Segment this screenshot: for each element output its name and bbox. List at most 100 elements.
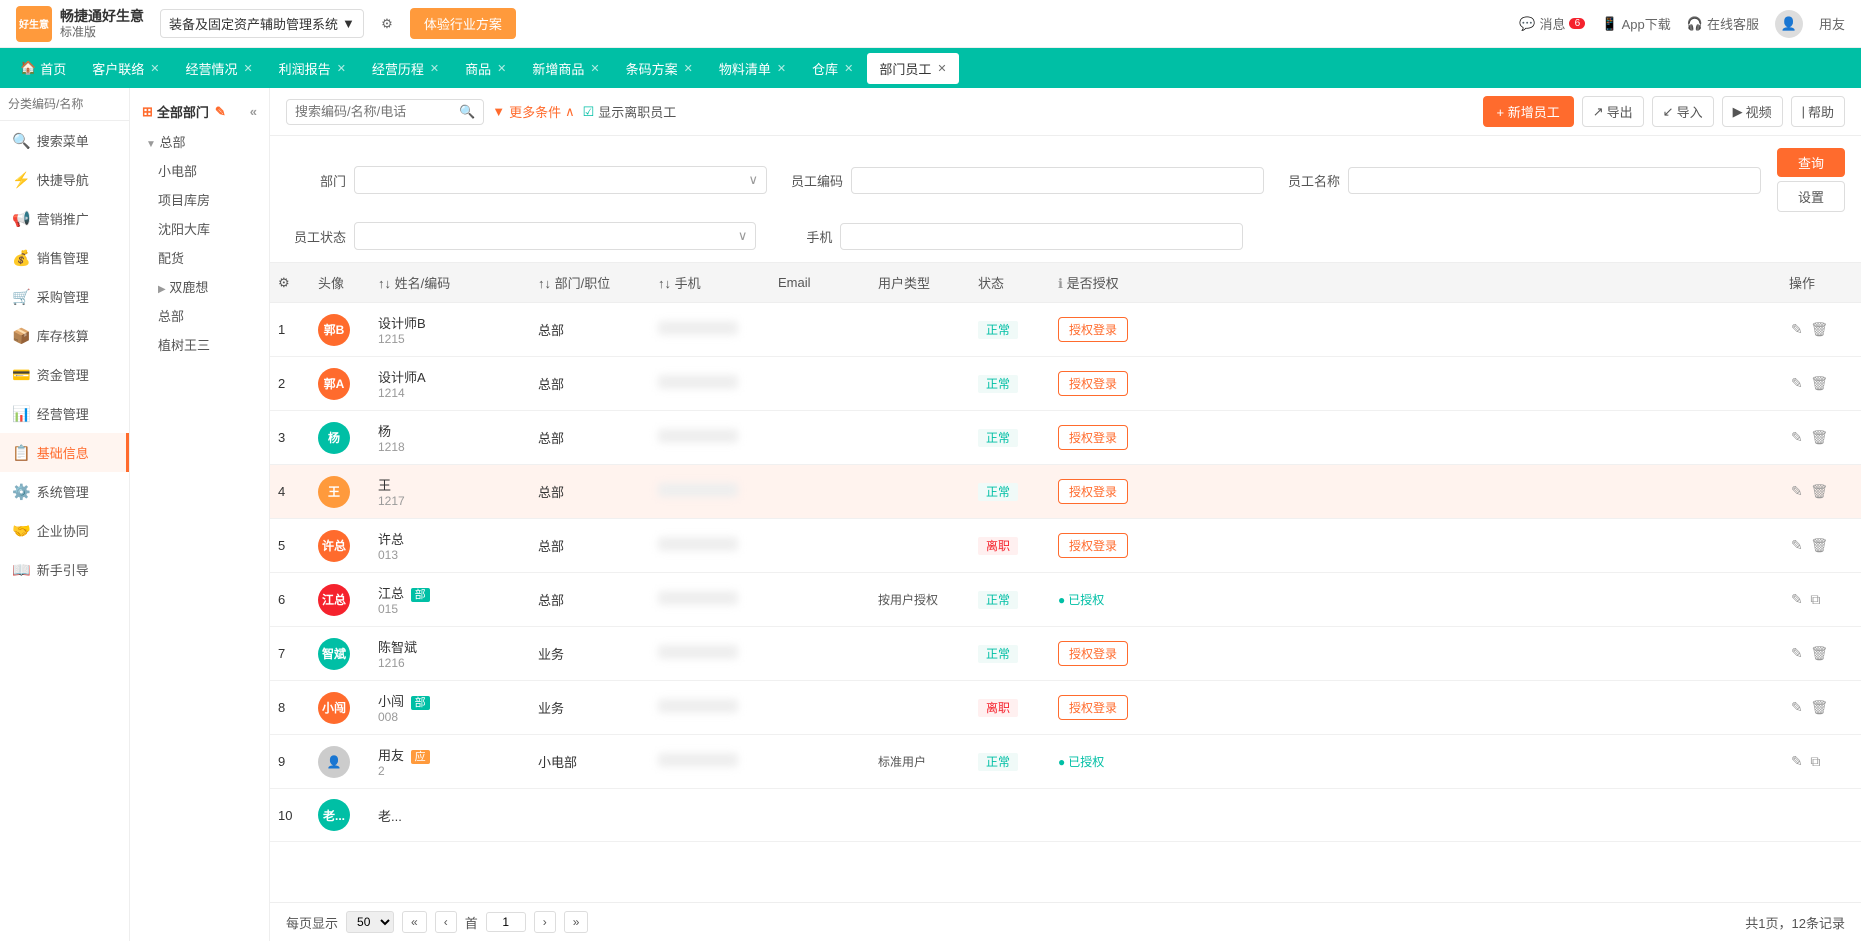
close-icon[interactable]: ✕ xyxy=(777,62,786,75)
sidebar-item-search[interactable]: 🔍 搜索菜单 xyxy=(0,121,129,160)
dept-item-shuanglu[interactable]: ▶ 双鹿想 xyxy=(130,272,269,301)
sidebar-item-system[interactable]: ⚙️ 系统管理 xyxy=(0,472,129,511)
edit-button[interactable]: ✎ xyxy=(1789,643,1805,664)
auth-button[interactable]: 授权登录 xyxy=(1058,317,1128,342)
search-input[interactable] xyxy=(295,104,455,119)
nav-item-goods[interactable]: 商品 ✕ xyxy=(453,53,518,84)
sidebar-item-sales[interactable]: 💰 销售管理 xyxy=(0,238,129,277)
nav-item-add-goods[interactable]: 新增商品 ✕ xyxy=(520,53,611,84)
page-number-input[interactable] xyxy=(486,912,526,932)
delete-button[interactable]: 🗑 xyxy=(1808,643,1830,664)
auth-button[interactable]: 授权登录 xyxy=(1058,425,1128,450)
sidebar-item-marketing[interactable]: 📢 营销推广 xyxy=(0,199,129,238)
first-page-button[interactable]: « xyxy=(402,911,427,933)
help-button[interactable]: | 帮助 xyxy=(1791,96,1845,127)
auth-button[interactable]: 授权登录 xyxy=(1058,695,1128,720)
per-page-select[interactable]: 50 xyxy=(346,911,394,933)
sidebar-item-inventory[interactable]: 📦 库存核算 xyxy=(0,316,129,355)
search-icon[interactable]: 🔍 xyxy=(459,104,475,120)
auth-button[interactable]: 授权登录 xyxy=(1058,479,1128,504)
close-icon[interactable]: ✕ xyxy=(337,62,346,75)
col-settings[interactable]: ⚙ xyxy=(270,263,310,303)
status-select[interactable]: ∨ xyxy=(354,222,756,250)
trial-button[interactable]: 体验行业方案 xyxy=(410,8,516,39)
close-icon[interactable]: ✕ xyxy=(150,62,159,75)
delete-button[interactable]: 🗑 xyxy=(1808,427,1830,448)
sidebar-item-finance[interactable]: 💳 资金管理 xyxy=(0,355,129,394)
dept-filter-select[interactable]: ∨ xyxy=(354,166,767,194)
dept-item-delivery[interactable]: 配货 xyxy=(130,243,269,272)
dept-collapse-icon[interactable]: « xyxy=(250,104,257,119)
more-filter-button[interactable]: ▼ 更多条件 ∧ xyxy=(492,102,574,121)
edit-button[interactable]: ✎ xyxy=(1789,535,1805,556)
nav-item-barcode[interactable]: 条码方案 ✕ xyxy=(614,53,705,84)
edit-button[interactable]: ✎ xyxy=(1789,427,1805,448)
phone-input[interactable] xyxy=(840,223,1242,250)
col-phone[interactable]: ↑↓ 手机 xyxy=(650,263,770,303)
query-button[interactable]: 查询 xyxy=(1777,148,1845,177)
col-name-code[interactable]: ↑↓ 姓名/编码 xyxy=(370,263,530,303)
system-selector[interactable]: 装备及固定资产辅助管理系统 ▼ xyxy=(160,9,364,38)
copy-button[interactable]: ⧉ xyxy=(1808,751,1822,772)
sidebar-item-biz-mgmt[interactable]: 📊 经营管理 xyxy=(0,394,129,433)
user-avatar[interactable]: 👤 xyxy=(1775,10,1803,38)
add-employee-button[interactable]: + 新增员工 xyxy=(1483,96,1574,127)
reset-button[interactable]: 设置 xyxy=(1777,181,1845,212)
close-icon[interactable]: ✕ xyxy=(844,62,853,75)
col-dept-position[interactable]: ↑↓ 部门/职位 xyxy=(530,263,650,303)
dept-item-shenyang[interactable]: 沈阳大库 xyxy=(130,214,269,243)
online-service-button[interactable]: 🎧 在线客服 xyxy=(1687,14,1759,33)
last-page-button[interactable]: » xyxy=(564,911,589,933)
auth-button[interactable]: 授权登录 xyxy=(1058,641,1128,666)
emp-code-input[interactable] xyxy=(851,167,1264,194)
edit-button[interactable]: ✎ xyxy=(1789,697,1805,718)
nav-item-operation[interactable]: 经营情况 ✕ xyxy=(173,53,264,84)
nav-item-customer[interactable]: 客户联络 ✕ xyxy=(80,53,171,84)
edit-button[interactable]: ✎ xyxy=(1789,589,1805,610)
dept-item-project-room[interactable]: 项目库房 xyxy=(130,185,269,214)
nav-item-employee[interactable]: 部门员工 ✕ xyxy=(867,53,958,84)
sidebar-item-guide[interactable]: 📖 新手引导 xyxy=(0,550,129,589)
dept-item-hq[interactable]: 总部 xyxy=(130,301,269,330)
nav-item-history[interactable]: 经营历程 ✕ xyxy=(360,53,451,84)
delete-button[interactable]: 🗑 xyxy=(1808,319,1830,340)
app-download-button[interactable]: 📱 App下载 xyxy=(1601,14,1670,33)
sidebar-item-basic-info[interactable]: 📋 基础信息 xyxy=(0,433,129,472)
edit-button[interactable]: ✎ xyxy=(1789,373,1805,394)
message-button[interactable]: 💬 消息 6 xyxy=(1519,14,1585,33)
close-icon[interactable]: ✕ xyxy=(684,62,693,75)
delete-button[interactable]: 🗑 xyxy=(1808,535,1830,556)
delete-button[interactable]: 🗑 xyxy=(1808,697,1830,718)
edit-button[interactable]: ✎ xyxy=(1789,751,1805,772)
dept-item-headquarters-parent[interactable]: ▼ 总部 xyxy=(130,127,269,156)
nav-item-profit[interactable]: 利润报告 ✕ xyxy=(267,53,358,84)
sidebar-item-collab[interactable]: 🤝 企业协同 xyxy=(0,511,129,550)
auth-button[interactable]: 授权登录 xyxy=(1058,371,1128,396)
edit-button[interactable]: ✎ xyxy=(1789,319,1805,340)
edit-button[interactable]: ✎ xyxy=(1789,481,1805,502)
import-button[interactable]: ↙ 导入 xyxy=(1652,96,1714,127)
close-icon[interactable]: ✕ xyxy=(937,62,946,75)
gear-button[interactable]: ⚙ xyxy=(372,9,402,39)
nav-item-home[interactable]: 🏠 首页 xyxy=(8,53,78,84)
export-button[interactable]: ↗ 导出 xyxy=(1582,96,1644,127)
auth-button[interactable]: 授权登录 xyxy=(1058,533,1128,558)
video-button[interactable]: ▶ 视频 xyxy=(1722,96,1783,127)
sidebar-item-shortcut[interactable]: ⚡ 快捷导航 xyxy=(0,160,129,199)
show-resigned-checkbox[interactable]: ☑ 显示离职员工 xyxy=(583,102,677,121)
sidebar-item-purchase[interactable]: 🛒 采购管理 xyxy=(0,277,129,316)
dept-tree-header[interactable]: ⊞ 全部部门 ✎ « xyxy=(130,96,269,127)
dept-item-plant[interactable]: 植树王三 xyxy=(130,330,269,359)
prev-page-button[interactable]: ‹ xyxy=(435,911,457,933)
close-icon[interactable]: ✕ xyxy=(590,62,599,75)
close-icon[interactable]: ✕ xyxy=(497,62,506,75)
dept-edit-icon[interactable]: ✎ xyxy=(215,104,226,120)
delete-button[interactable]: 🗑 xyxy=(1808,481,1830,502)
nav-item-bom[interactable]: 物料清单 ✕ xyxy=(707,53,798,84)
delete-button[interactable]: 🗑 xyxy=(1808,373,1830,394)
close-icon[interactable]: ✕ xyxy=(430,62,439,75)
close-icon[interactable]: ✕ xyxy=(243,62,252,75)
next-page-button[interactable]: › xyxy=(534,911,556,933)
dept-item-electronics[interactable]: 小电部 xyxy=(130,156,269,185)
copy-button[interactable]: ⧉ xyxy=(1808,589,1822,610)
